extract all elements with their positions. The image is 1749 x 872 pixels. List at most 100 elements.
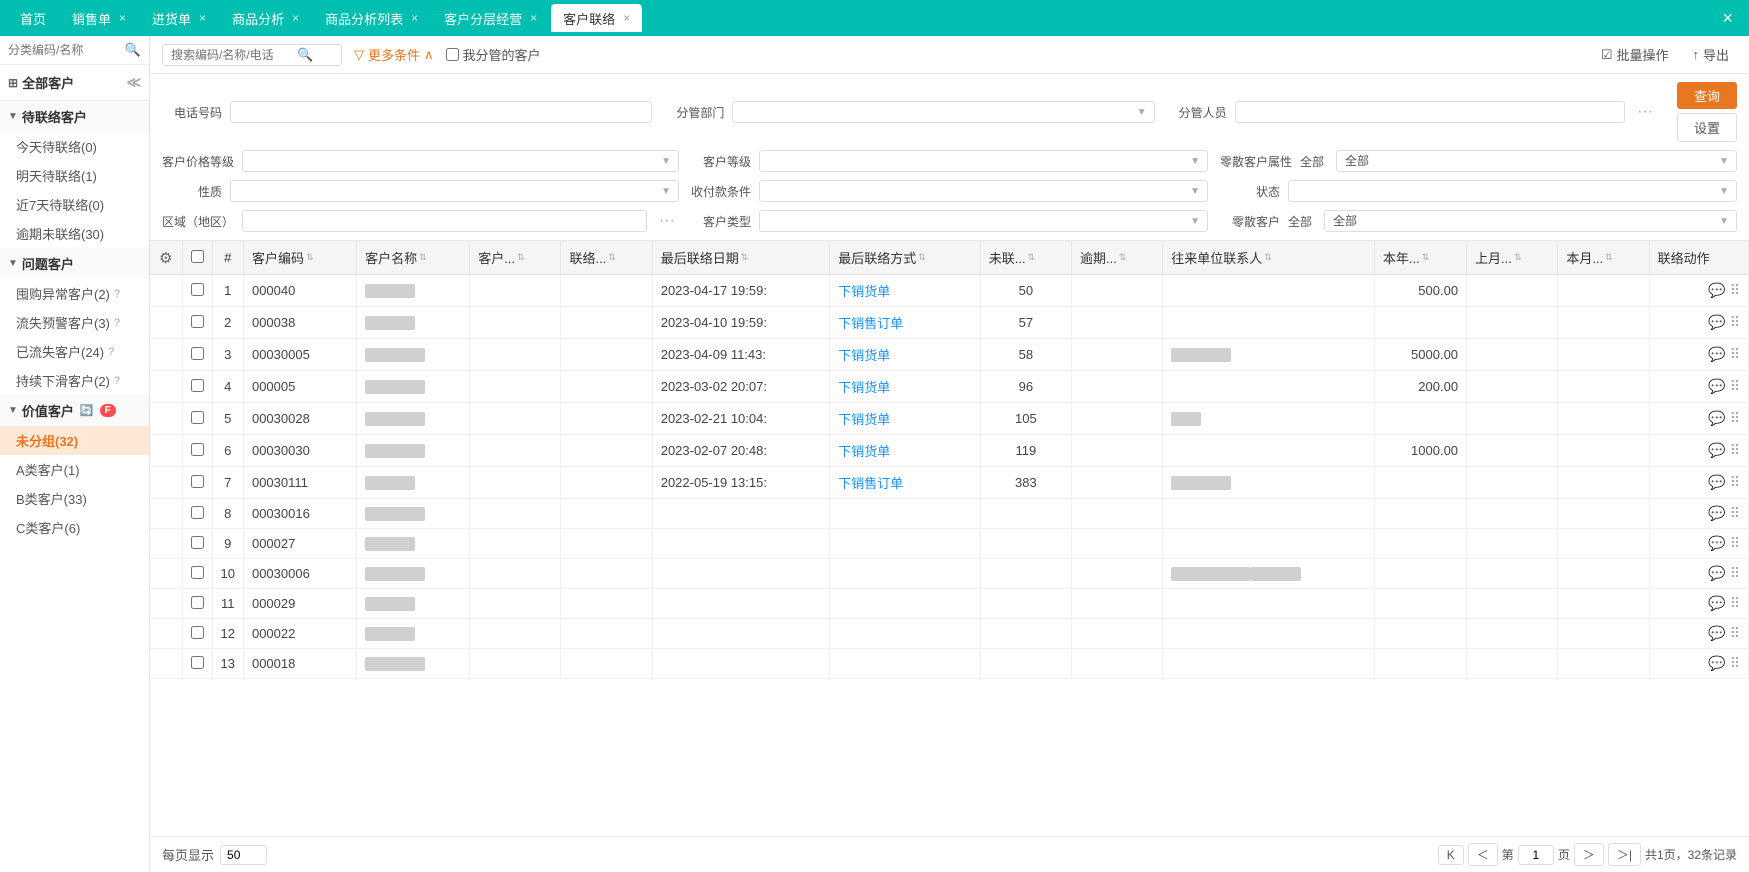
chat-icon[interactable]: 💬 [1708, 378, 1725, 395]
sidebar-item-class-c[interactable]: C类客户(6) [0, 513, 149, 542]
sidebar-item-churn-warning[interactable]: 流失预警客户(3) ? [0, 308, 149, 337]
tab-sales-close[interactable]: × [119, 11, 126, 25]
tab-product-analysis-list[interactable]: 商品分析列表 × [313, 4, 430, 32]
filter-price-select[interactable] [242, 150, 679, 172]
tab-customer-tier-close[interactable]: × [530, 11, 537, 25]
tab-customer-tier[interactable]: 客户分层经营 × [432, 4, 549, 32]
tab-product-analysis[interactable]: 商品分析 × [220, 4, 311, 32]
last-method-cell[interactable] [830, 619, 981, 649]
more-actions-icon[interactable]: ⠿ [1730, 474, 1740, 491]
tab-sales[interactable]: 销售单 × [60, 4, 138, 32]
tab-purchase-close[interactable]: × [199, 11, 206, 25]
not-contacted-col-header[interactable]: 未联... ⇅ [980, 241, 1071, 275]
last-month-col-header[interactable]: 上月... ⇅ [1467, 241, 1558, 275]
filter-region-input[interactable] [242, 210, 647, 232]
customer-name-col-header[interactable]: 客户名称 ⇅ [357, 241, 470, 275]
section-value-customers[interactable]: ▼ 价值客户 🔄 F [0, 395, 149, 426]
query-button[interactable]: 查询 [1677, 82, 1737, 109]
more-actions-icon[interactable]: ⠿ [1730, 655, 1740, 672]
checkbox-cell[interactable] [182, 559, 212, 589]
filter-customer-level-select[interactable] [759, 150, 1208, 172]
close-all-button[interactable]: × [1714, 8, 1741, 29]
checkbox-cell[interactable] [182, 435, 212, 467]
contact-method-link[interactable]: 下销售订单 [838, 476, 903, 491]
last-method-cell[interactable] [830, 499, 981, 529]
last-method-cell[interactable]: 下销货单 [830, 275, 981, 307]
last-method-cell[interactable]: 下销售订单 [830, 307, 981, 339]
more-actions-icon[interactable]: ⠿ [1730, 346, 1740, 363]
tab-purchase[interactable]: 进货单 × [140, 4, 218, 32]
chat-icon[interactable]: 💬 [1708, 346, 1725, 363]
batch-operations-btn[interactable]: ☑ 批量操作 [1593, 42, 1677, 67]
my-customers-checkbox[interactable] [446, 48, 459, 61]
row-checkbox[interactable] [191, 626, 204, 639]
overdue-col-header[interactable]: 逾期... ⇅ [1072, 241, 1163, 275]
filter-phone-input[interactable] [230, 101, 652, 123]
contact-method-link[interactable]: 下销货单 [838, 412, 890, 427]
last-method-cell[interactable] [830, 559, 981, 589]
more-actions-icon[interactable]: ⠿ [1730, 625, 1740, 642]
chat-icon[interactable]: 💬 [1708, 410, 1725, 427]
prev-page-btn[interactable]: ＜ [1468, 843, 1498, 866]
reset-button[interactable]: 设置 [1677, 113, 1737, 142]
checkbox-cell[interactable] [182, 307, 212, 339]
sidebar-item-class-a[interactable]: A类客户(1) [0, 455, 149, 484]
section-problem-customers[interactable]: ▼ 问题客户 [0, 248, 149, 279]
row-checkbox[interactable] [191, 566, 204, 579]
checkbox-cell[interactable] [182, 403, 212, 435]
row-checkbox[interactable] [191, 656, 204, 669]
more-actions-icon[interactable]: ⠿ [1730, 282, 1740, 299]
tab-customer-contact[interactable]: 客户联络 × [551, 4, 642, 32]
tab-customer-contact-close[interactable]: × [623, 11, 630, 25]
chat-icon[interactable]: 💬 [1708, 595, 1725, 612]
last-method-cell[interactable]: 下销售订单 [830, 467, 981, 499]
chat-icon[interactable]: 💬 [1708, 565, 1725, 582]
checkbox-cell[interactable] [182, 649, 212, 679]
row-checkbox[interactable] [191, 347, 204, 360]
checkbox-cell[interactable] [182, 529, 212, 559]
more-actions-icon[interactable]: ⠿ [1730, 505, 1740, 522]
filter-scatter-attr-select[interactable]: 全部 [1336, 150, 1737, 172]
checkbox-cell[interactable] [182, 371, 212, 403]
chat-icon[interactable]: 💬 [1708, 282, 1725, 299]
more-actions-icon[interactable]: ⠿ [1730, 595, 1740, 612]
checkbox-col-header[interactable] [182, 241, 212, 275]
per-page-select[interactable]: 10 20 50 100 [220, 845, 267, 865]
select-all-checkbox[interactable] [191, 250, 204, 263]
gear-icon[interactable]: ⚙ [159, 250, 172, 267]
last-method-cell[interactable]: 下销货单 [830, 403, 981, 435]
partner-contact-col-header[interactable]: 往来单位联系人 ⇅ [1163, 241, 1375, 275]
settings-col-header[interactable]: ⚙ [150, 241, 182, 275]
more-actions-icon[interactable]: ⠿ [1730, 535, 1740, 552]
last-method-cell[interactable] [830, 649, 981, 679]
last-method-cell[interactable]: 下销货单 [830, 371, 981, 403]
more-actions-icon[interactable]: ⠿ [1730, 314, 1740, 331]
checkbox-cell[interactable] [182, 339, 212, 371]
row-checkbox[interactable] [191, 596, 204, 609]
filter-region-dots[interactable]: ··· [655, 212, 679, 230]
filter-dept-select[interactable] [732, 101, 1154, 123]
tab-home[interactable]: 首页 [8, 4, 58, 32]
filter-manager-input[interactable] [1235, 101, 1625, 123]
checkbox-cell[interactable] [182, 467, 212, 499]
chat-icon[interactable]: 💬 [1708, 535, 1725, 552]
last-method-cell[interactable] [830, 589, 981, 619]
sidebar-item-overdue[interactable]: 逾期未联络(30) [0, 219, 149, 248]
chat-icon[interactable]: 💬 [1708, 655, 1725, 672]
checkbox-cell[interactable] [182, 589, 212, 619]
more-actions-icon[interactable]: ⠿ [1730, 442, 1740, 459]
first-page-btn[interactable]: K [1438, 845, 1464, 865]
sidebar-item-tomorrow[interactable]: 明天待联络(1) [0, 161, 149, 190]
checkbox-cell[interactable] [182, 275, 212, 307]
contact-method-link[interactable]: 下销货单 [838, 444, 890, 459]
chat-icon[interactable]: 💬 [1708, 474, 1725, 491]
chat-icon[interactable]: 💬 [1708, 625, 1725, 642]
search-input[interactable] [171, 48, 291, 62]
page-number-input[interactable] [1518, 845, 1554, 865]
filter-nature-select[interactable] [230, 180, 679, 202]
chat-icon[interactable]: 💬 [1708, 505, 1725, 522]
row-checkbox[interactable] [191, 536, 204, 549]
row-checkbox[interactable] [191, 283, 204, 296]
search-icon[interactable]: 🔍 [297, 47, 313, 63]
filter-manager-dots[interactable]: ··· [1633, 103, 1657, 121]
